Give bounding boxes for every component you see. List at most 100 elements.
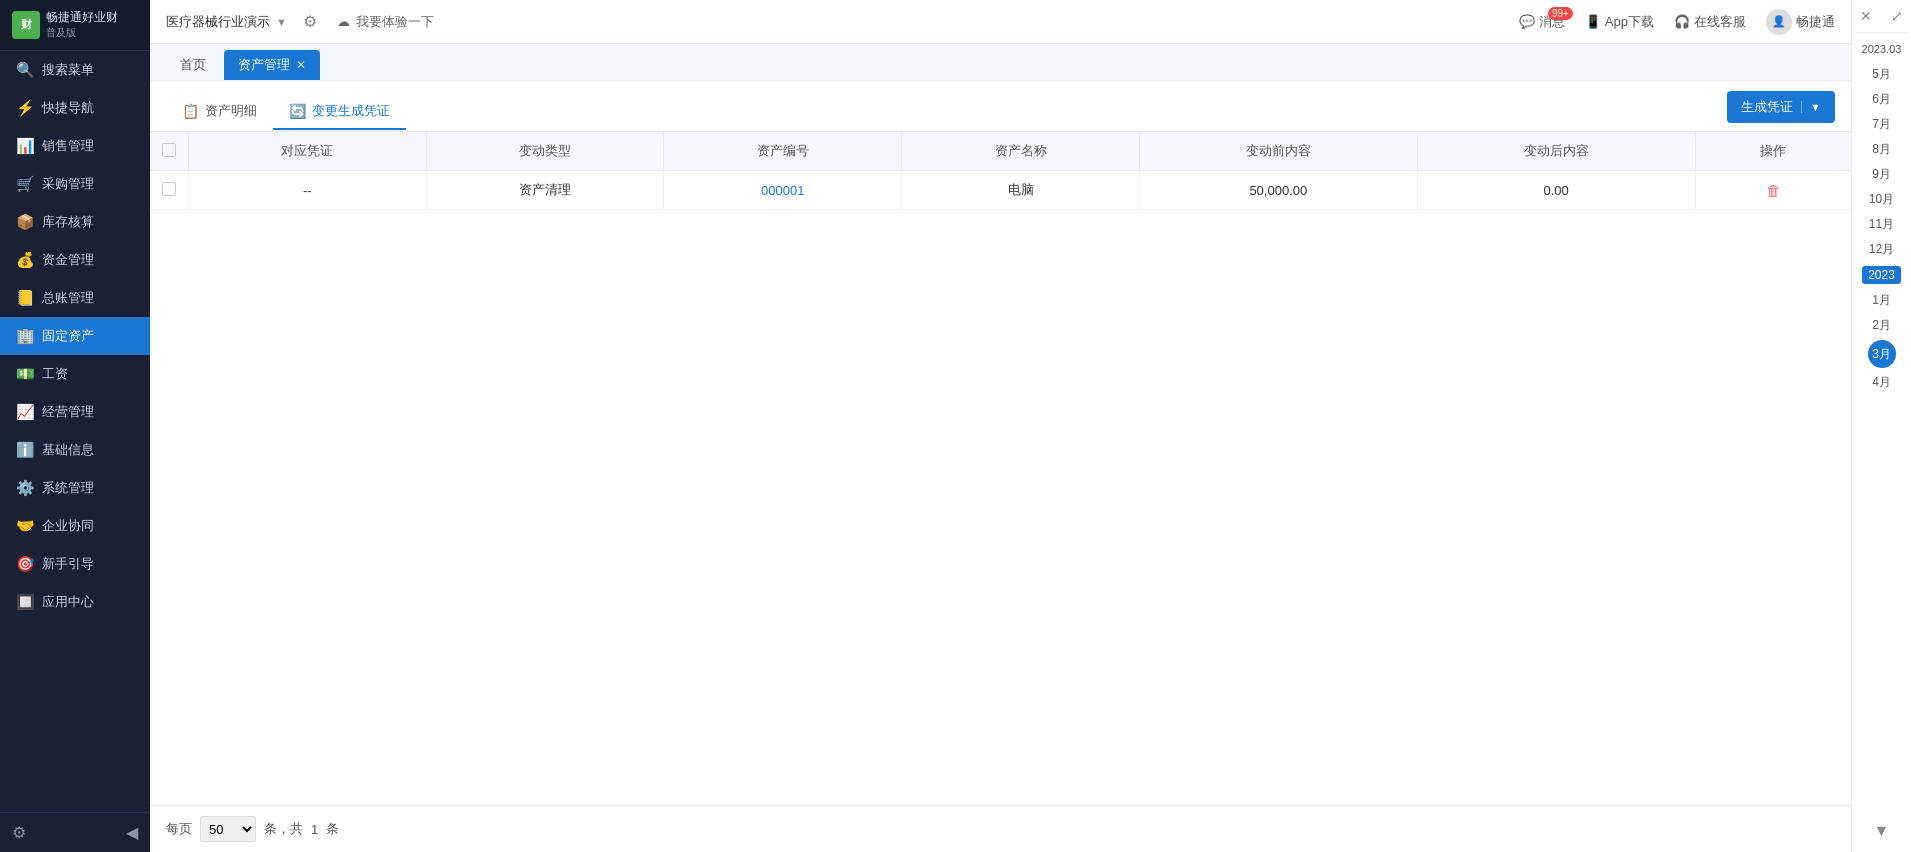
sidebar-item-inventory[interactable]: 📦库存核算 [0, 203, 150, 241]
user-menu[interactable]: 👤 畅捷通 [1766, 9, 1835, 35]
pagination-unit: 条 [326, 820, 339, 838]
pagination-total: 1 [311, 822, 318, 837]
sidebar-item-fixed-assets[interactable]: 🏢固定资产 [0, 317, 150, 355]
subtab-asset-detail[interactable]: 📋 资产明细 [166, 94, 273, 130]
settings-icon[interactable]: ⚙ [12, 823, 26, 842]
month-item-1月[interactable]: 1月 [1856, 288, 1907, 313]
generate-voucher-button[interactable]: 生成凭证▼ [1727, 91, 1835, 123]
month-item-11月[interactable]: 11月 [1856, 212, 1907, 237]
topbar: 医疗器械行业演示 ▼ ⚙ ☁ 我要体验一下 💬 消息 99+ 📱 App下载 🎧… [150, 0, 1851, 44]
col-header-checkbox [150, 132, 189, 171]
cell-asset-number-0[interactable]: 000001 [664, 171, 902, 210]
purchase-icon: 🛒 [16, 175, 34, 193]
month-item-5月[interactable]: 5月 [1856, 62, 1907, 87]
guide-icon: 🎯 [16, 555, 34, 573]
logo-sub: 普及版 [46, 26, 118, 40]
collab-icon: 🤝 [16, 517, 34, 535]
col-header-asset-number: 资产编号 [664, 132, 902, 171]
sidebar-label-app-center: 应用中心 [42, 593, 94, 611]
sidebar-item-purchase[interactable]: 🛒 采购管理 [0, 165, 150, 203]
col-header-after-change: 变动后内容 [1417, 132, 1695, 171]
month-item-7月[interactable]: 7月 [1856, 112, 1907, 137]
sidebar-item-guide[interactable]: 🎯 新手引导 [0, 545, 150, 583]
sidebar-item-app-center[interactable]: 🔲 应用中心 [0, 583, 150, 621]
search-icon: 🔍 [16, 61, 34, 79]
collapse-icon[interactable]: ◀ [126, 823, 138, 842]
experience-icon: ☁ [337, 14, 350, 29]
sidebar-item-quick-nav[interactable]: ⚡快捷导航 [0, 89, 150, 127]
sidebar-item-payroll[interactable]: 💵工资 [0, 355, 150, 393]
col-header-voucher: 对应凭证 [189, 132, 427, 171]
panel-header: ✕ ⤢ [1856, 8, 1907, 33]
month-item-9月[interactable]: 9月 [1856, 162, 1907, 187]
subtab-change-voucher[interactable]: 🔄变更生成凭证 [273, 94, 406, 130]
app-download-label: App下载 [1605, 13, 1654, 31]
subtab-label-asset-detail: 资产明细 [205, 102, 257, 120]
col-header-change-type: 变动类型 [426, 132, 664, 171]
cell-before-change-0: 50,000.00 [1139, 171, 1417, 210]
experience-link[interactable]: ☁ 我要体验一下 [337, 13, 434, 31]
asset-detail-icon: 📋 [182, 103, 199, 119]
panel-expand-icon[interactable]: ⤢ [1891, 8, 1903, 24]
online-service-btn[interactable]: 🎧 在线客服 [1674, 13, 1746, 31]
company-selector[interactable]: 医疗器械行业演示 ▼ [166, 13, 287, 31]
app-download-btn[interactable]: 📱 App下载 [1585, 13, 1654, 31]
sidebar-item-search[interactable]: 🔍搜索菜单 [0, 51, 150, 89]
tab-label-home: 首页 [180, 57, 206, 72]
subtabs: 📋 资产明细 🔄变更生成凭证 生成凭证▼ [150, 81, 1851, 132]
sidebar: 财 畅捷通好业财 普及版 🔍搜索菜单⚡快捷导航📊销售管理🛒采购管理📦库存核算💰资… [0, 0, 150, 852]
change-voucher-icon: 🔄 [289, 103, 306, 119]
page-size-select[interactable]: 102050100 [200, 816, 256, 842]
month-item-12月[interactable]: 12月 [1856, 237, 1907, 262]
tabbar: 首页 资产管理 ✕ [150, 44, 1851, 81]
month-item-4月[interactable]: 4月 [1856, 370, 1907, 395]
current-year-badge: 2023 [1862, 266, 1901, 284]
quick-nav-icon: ⚡ [16, 99, 34, 117]
row-checkbox-0[interactable] [162, 182, 176, 196]
sidebar-label-guide: 新手引导 [42, 555, 94, 573]
sidebar-item-funds[interactable]: 💰资金管理 [0, 241, 150, 279]
month-item-8月[interactable]: 8月 [1856, 137, 1907, 162]
sidebar-label-purchase: 采购管理 [42, 175, 94, 193]
dropdown-icon: ▼ [276, 16, 287, 28]
cell-voucher-0: -- [189, 171, 427, 210]
sidebar-item-system[interactable]: ⚙️ 系统管理 [0, 469, 150, 507]
sidebar-label-collab: 企业协同 [42, 517, 94, 535]
sidebar-item-operations[interactable]: 📈经营管理 [0, 393, 150, 431]
tab-label-asset-mgmt: 资产管理 [238, 57, 290, 72]
select-all-checkbox[interactable] [162, 143, 176, 157]
inventory-icon: 📦 [16, 213, 34, 231]
table-wrap[interactable]: 对应凭证变动类型资产编号资产名称变动前内容变动后内容操作 --资产清理00000… [150, 132, 1851, 805]
month-item-10月[interactable]: 10月 [1856, 187, 1907, 212]
month-item-3月[interactable]: 3月 [1868, 340, 1896, 368]
panel-scroll-down[interactable]: ▼ [1870, 818, 1894, 844]
tab-home[interactable]: 首页 [166, 50, 220, 80]
message-btn[interactable]: 💬 消息 99+ [1519, 13, 1565, 31]
panel-close-icon[interactable]: ✕ [1860, 8, 1872, 24]
sidebar-label-system: 系统管理 [42, 479, 94, 497]
sidebar-item-ledger[interactable]: 📒总账管理 [0, 279, 150, 317]
experience-label: 我要体验一下 [356, 13, 434, 31]
month-item-6月[interactable]: 6月 [1856, 87, 1907, 112]
delete-icon-0[interactable]: 🗑 [1766, 182, 1781, 199]
payroll-icon: 💵 [16, 365, 34, 383]
app-center-icon: 🔲 [16, 593, 34, 611]
right-panel: ✕ ⤢ 2023.03 5月6月7月8月9月10月11月12月 2023 1月2… [1851, 0, 1911, 852]
sales-icon: 📊 [16, 137, 34, 155]
sidebar-label-ledger: 总账管理 [42, 289, 94, 307]
tab-asset-mgmt[interactable]: 资产管理 ✕ [224, 50, 320, 80]
cell-after-change-0: 0.00 [1417, 171, 1695, 210]
company-name: 医疗器械行业演示 [166, 13, 270, 31]
logo-text-block: 畅捷通好业财 普及版 [46, 10, 118, 40]
sidebar-item-basic-info[interactable]: ℹ️基础信息 [0, 431, 150, 469]
cell-asset-name-0: 电脑 [902, 171, 1140, 210]
tab-close-asset-mgmt[interactable]: ✕ [296, 58, 306, 72]
online-service-label: 在线客服 [1694, 13, 1746, 31]
topbar-gear-icon[interactable]: ⚙ [303, 12, 317, 31]
basic-info-icon: ℹ️ [16, 441, 34, 459]
content-area: 📋 资产明细 🔄变更生成凭证 生成凭证▼ 对应凭证变动类型资产编号资产名称变动前内容变… [150, 81, 1851, 852]
system-icon: ⚙️ [16, 479, 34, 497]
sidebar-item-collab[interactable]: 🤝 企业协同 [0, 507, 150, 545]
month-item-2月[interactable]: 2月 [1856, 313, 1907, 338]
sidebar-item-sales[interactable]: 📊销售管理 [0, 127, 150, 165]
